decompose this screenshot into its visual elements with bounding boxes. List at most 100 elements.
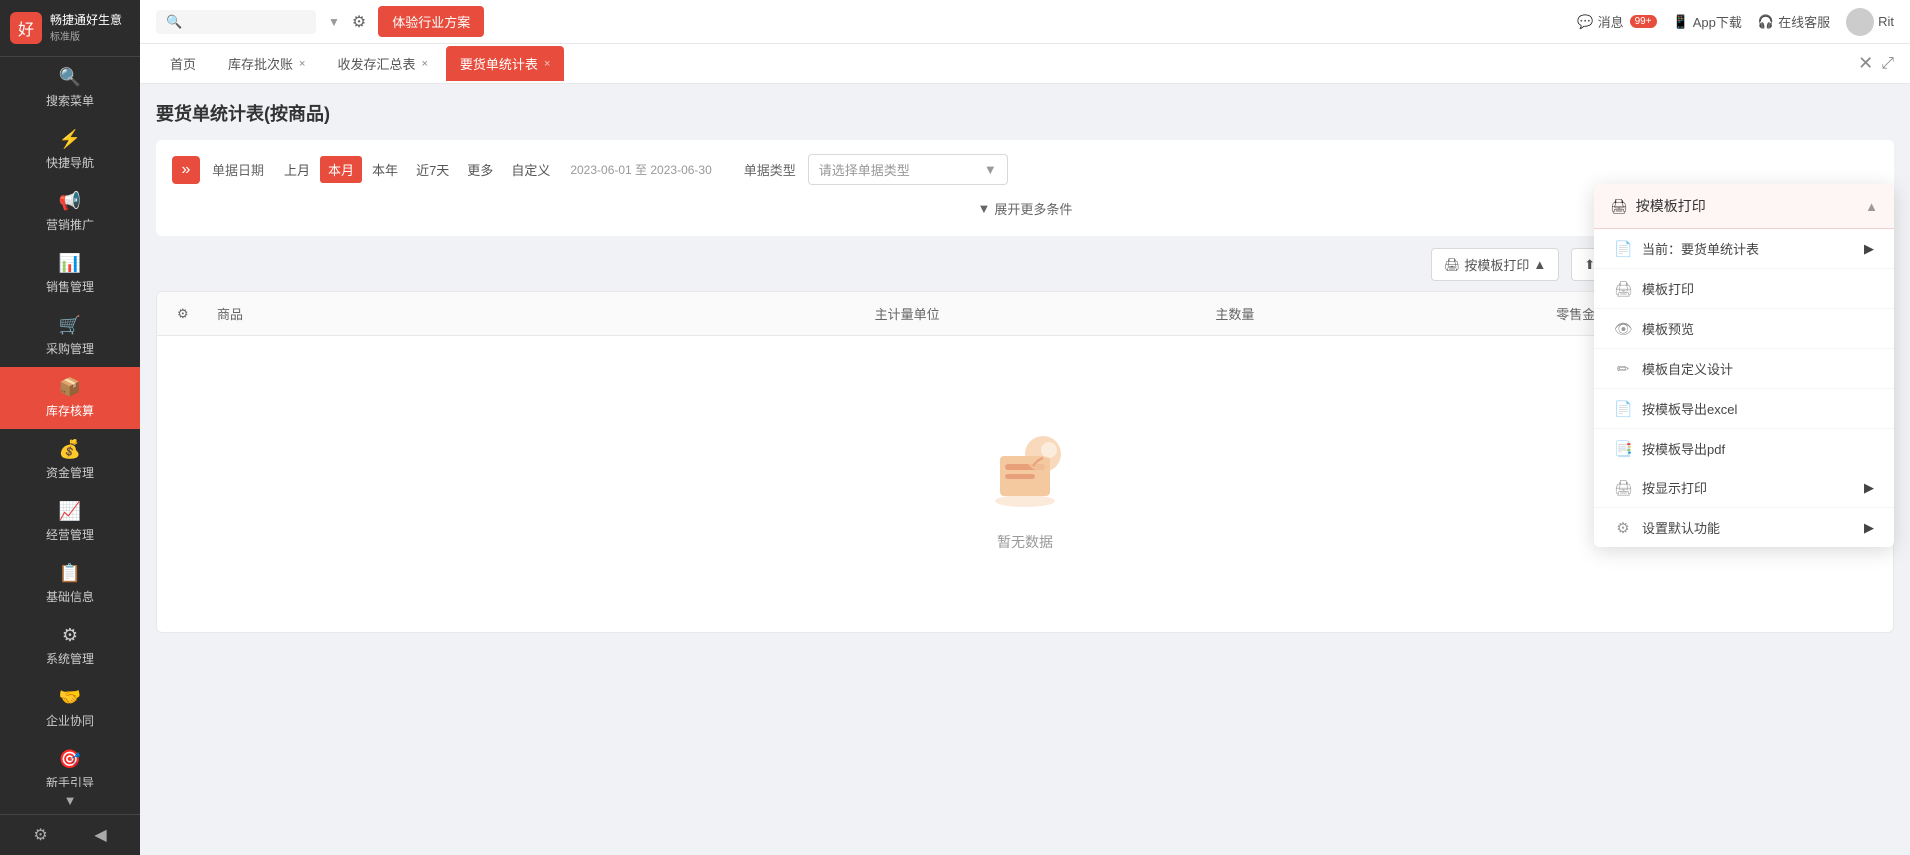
topbar-right: 💬 消息 99+ 📱 App下载 🎧 在线客服 Rit [1577,8,1894,36]
sidebar-item-营销推广[interactable]: 📢营销推广 [0,181,140,243]
logo-icon: 好 [10,12,42,44]
user-area[interactable]: Rit [1846,8,1894,36]
page-title: 要货单统计表(按商品) [156,100,1894,126]
print-dropdown-header: 🖨 按模板打印 ▲ [1594,184,1894,229]
sidebar-item-系统管理[interactable]: ⚙系统管理 [0,615,140,677]
tab-close-icon[interactable]: × [299,58,305,70]
search-bar[interactable]: 🔍 [156,10,316,34]
app-download-btn[interactable]: 📱 App下载 [1673,12,1742,31]
settings-icon[interactable]: ⚙ [33,825,47,845]
date-btn-本月[interactable]: 本月 [320,156,362,183]
nav-icon: 📢 [59,191,81,212]
th-setting: ⚙ [165,306,205,322]
tab-收发存汇总表[interactable]: 收发存汇总表× [323,46,441,81]
tab-库存批次账[interactable]: 库存批次账× [214,46,319,81]
date-btn-近7天[interactable]: 近7天 [408,156,457,183]
date-range-text: 2023-06-01 至 2023-06-30 [570,161,711,178]
message-icon: 💬 [1577,14,1593,30]
online-service-btn[interactable]: 🎧 在线客服 [1758,12,1830,31]
sidebar-item-新手引导[interactable]: 🎯新手引导 [0,739,140,787]
display-print-icon: 🖨 [1614,479,1632,497]
print-item-按模板导出pdf[interactable]: 📑按模板导出pdf [1594,429,1894,468]
display-print-arrow: ▶ [1864,480,1874,496]
print-item-按模板导出excel[interactable]: 📄按模板导出excel [1594,389,1894,429]
nav-label: 快捷导航 [46,154,94,171]
sidebar-item-快捷导航[interactable]: ⚡ 快捷导航 [0,119,140,181]
filter-toggle-btn[interactable]: » [172,156,200,184]
nav-label: 资金管理 [46,464,94,481]
item-icon: 📑 [1614,440,1632,458]
nav-label: 经营管理 [46,526,94,543]
tab-首页[interactable]: 首页 [156,46,210,81]
sidebar-item-企业协同[interactable]: 🤝企业协同 [0,677,140,739]
tabs-expand-icon[interactable]: ⤢ [1881,55,1894,73]
app-icon: 📱 [1673,14,1689,30]
sidebar-item-库存核算[interactable]: 📦库存核算 [0,367,140,429]
select-arrow-icon: ▼ [984,162,997,177]
nav-label: 系统管理 [46,650,94,667]
sidebar-item-资金管理[interactable]: 💰资金管理 [0,429,140,491]
tab-要货单统计表[interactable]: 要货单统计表 × [446,46,564,81]
app-version: 标准版 [50,28,122,43]
print-item-模板打印[interactable]: 🖨 模板打印 [1594,269,1894,309]
filter-row-1: » 单据日期 上月本月本年近7天更多自定义 2023-06-01 至 2023-… [172,154,1878,185]
date-btns: 上月本月本年近7天更多自定义 [276,156,558,183]
scroll-down-btn[interactable]: ▼ [0,787,140,814]
nav-label: 销售管理 [46,278,94,295]
nav-label: 采购管理 [46,340,94,357]
tabs-close-icon[interactable]: ✕ [1858,53,1873,74]
service-icon: 🎧 [1758,14,1774,30]
print-arrow-icon: ▲ [1533,257,1546,272]
nav-icon: 📊 [59,253,81,274]
expand-icon: ▼ [978,201,991,216]
expand-more-btn[interactable]: ▼ 展开更多条件 [970,195,1081,222]
date-btn-上月[interactable]: 上月 [276,156,318,183]
print-btn[interactable]: 🖨 按模板打印 ▲ [1431,248,1559,281]
tab-close-icon[interactable]: × [544,58,550,70]
industry-btn[interactable]: 体验行业方案 [378,6,484,37]
current-template-arrow: ▶ [1864,241,1874,257]
print-item-模板自定义设计[interactable]: ✏模板自定义设计 [1594,349,1894,389]
current-template-label: 当前：要货单统计表 [1642,239,1759,258]
search-input[interactable] [188,15,288,29]
item-label: 模板打印 [1642,279,1694,298]
th-qty: 主数量 [1203,304,1544,323]
messages-btn[interactable]: 💬 消息 99+ [1577,12,1656,31]
collapse-icon[interactable]: ◀ [94,825,106,845]
default-settings-item[interactable]: ⚙ 设置默认功能 ▶ [1594,508,1894,547]
user-name: Rit [1878,14,1894,29]
tabs-actions: ✕ ⤢ [1858,53,1894,74]
sidebar-item-经营管理[interactable]: 📈 经营管理 [0,491,140,553]
topbar-gear-icon[interactable]: ⚙ [352,12,366,32]
nav-icon: ⚡ [59,129,81,150]
nav-label: 基础信息 [46,588,94,605]
nav-icon: 🎯 [59,749,81,770]
tab-close-icon[interactable]: × [421,58,427,70]
sidebar-item-销售管理[interactable]: 📊 销售管理 [0,243,140,305]
current-template-item[interactable]: 📄 当前：要货单统计表 ▶ [1594,229,1894,269]
item-label: 按模板导出excel [1642,399,1737,418]
date-btn-自定义[interactable]: 自定义 [503,156,558,183]
display-print-item[interactable]: 🖨 按显示打印 ▶ [1594,468,1894,508]
empty-icon [975,416,1075,516]
order-type-select[interactable]: 请选择单据类型 ▼ [808,154,1008,185]
date-btn-本年[interactable]: 本年 [364,156,406,183]
message-badge: 99+ [1630,15,1657,28]
sidebar-item-基础信息[interactable]: 📋基础信息 [0,553,140,615]
sidebar-item-搜索菜单[interactable]: 🔍搜索菜单 [0,57,140,119]
search-icon: 🔍 [166,14,182,30]
item-icon: 👁 [1614,320,1632,338]
th-product: 商品 [205,304,863,323]
nav-icon: 📈 [59,501,81,522]
topbar-chevron-icon[interactable]: ▼ [328,15,340,29]
sidebar-item-采购管理[interactable]: 🛒 采购管理 [0,305,140,367]
nav-icon: 🛒 [59,315,81,336]
date-btn-更多[interactable]: 更多 [459,156,501,183]
tab-label: 要货单统计表 [460,54,538,73]
print-item-模板预览[interactable]: 👁模板预览 [1594,309,1894,349]
app-name: 畅捷通好生意 [50,13,122,29]
print-dropdown-close-icon[interactable]: ▲ [1865,199,1878,214]
item-icon: 🖨 [1614,280,1632,298]
nav-icon: 📦 [59,377,81,398]
order-type-label: 单据类型 [744,160,796,179]
